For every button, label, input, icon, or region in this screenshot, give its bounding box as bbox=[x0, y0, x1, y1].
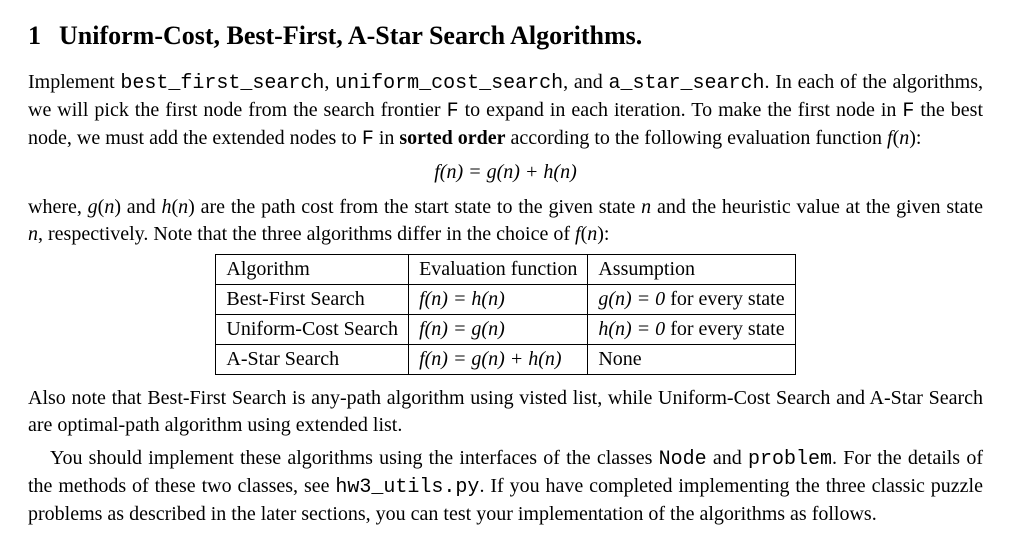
section-number: 1 bbox=[28, 18, 41, 53]
paragraph-3: Also note that Best-First Search is any-… bbox=[28, 385, 983, 439]
algorithm-table: Algorithm Evaluation function Assumption… bbox=[215, 254, 795, 375]
code: problem bbox=[748, 448, 832, 471]
paragraph-4: You should implement these algorithms us… bbox=[28, 445, 983, 528]
cell-asm: None bbox=[588, 345, 795, 375]
code: F bbox=[447, 100, 459, 123]
th-evaluation: Evaluation function bbox=[409, 255, 588, 285]
cell-fn: f(n) = g(n) + h(n) bbox=[409, 345, 588, 375]
cell-alg: Uniform-Cost Search bbox=[216, 315, 409, 345]
cell-alg: A-Star Search bbox=[216, 345, 409, 375]
table-row: Best-First Search f(n) = h(n) g(n) = 0 f… bbox=[216, 285, 795, 315]
code: F bbox=[902, 100, 914, 123]
cell-fn: f(n) = g(n) bbox=[409, 315, 588, 345]
equation-1: f(n) = g(n) + h(n) bbox=[28, 159, 983, 186]
table-header-row: Algorithm Evaluation function Assumption bbox=[216, 255, 795, 285]
equation-text: f(n) = g(n) + h(n) bbox=[434, 161, 577, 183]
bold: sorted order bbox=[399, 127, 505, 149]
code: a_star_search bbox=[608, 72, 764, 95]
th-assumption: Assumption bbox=[588, 255, 795, 285]
code: best_first_search bbox=[120, 72, 324, 95]
code: hw3_utils.py bbox=[335, 476, 479, 499]
th-algorithm: Algorithm bbox=[216, 255, 409, 285]
cell-asm: g(n) = 0 for every state bbox=[588, 285, 795, 315]
table-row: A-Star Search f(n) = g(n) + h(n) None bbox=[216, 345, 795, 375]
section-heading: 1 Uniform-Cost, Best-First, A-Star Search… bbox=[28, 18, 983, 53]
table-row: Uniform-Cost Search f(n) = g(n) h(n) = 0… bbox=[216, 315, 795, 345]
code: Node bbox=[659, 448, 707, 471]
code: uniform_cost_search bbox=[335, 72, 563, 95]
cell-asm: h(n) = 0 for every state bbox=[588, 315, 795, 345]
cell-alg: Best-First Search bbox=[216, 285, 409, 315]
paragraph-2: where, g(n) and h(n) are the path cost f… bbox=[28, 194, 983, 248]
cell-fn: f(n) = h(n) bbox=[409, 285, 588, 315]
code: F bbox=[362, 128, 374, 151]
section-title: Uniform-Cost, Best-First, A-Star Search … bbox=[59, 21, 642, 50]
paragraph-1: Implement best_first_search, uniform_cos… bbox=[28, 69, 983, 153]
